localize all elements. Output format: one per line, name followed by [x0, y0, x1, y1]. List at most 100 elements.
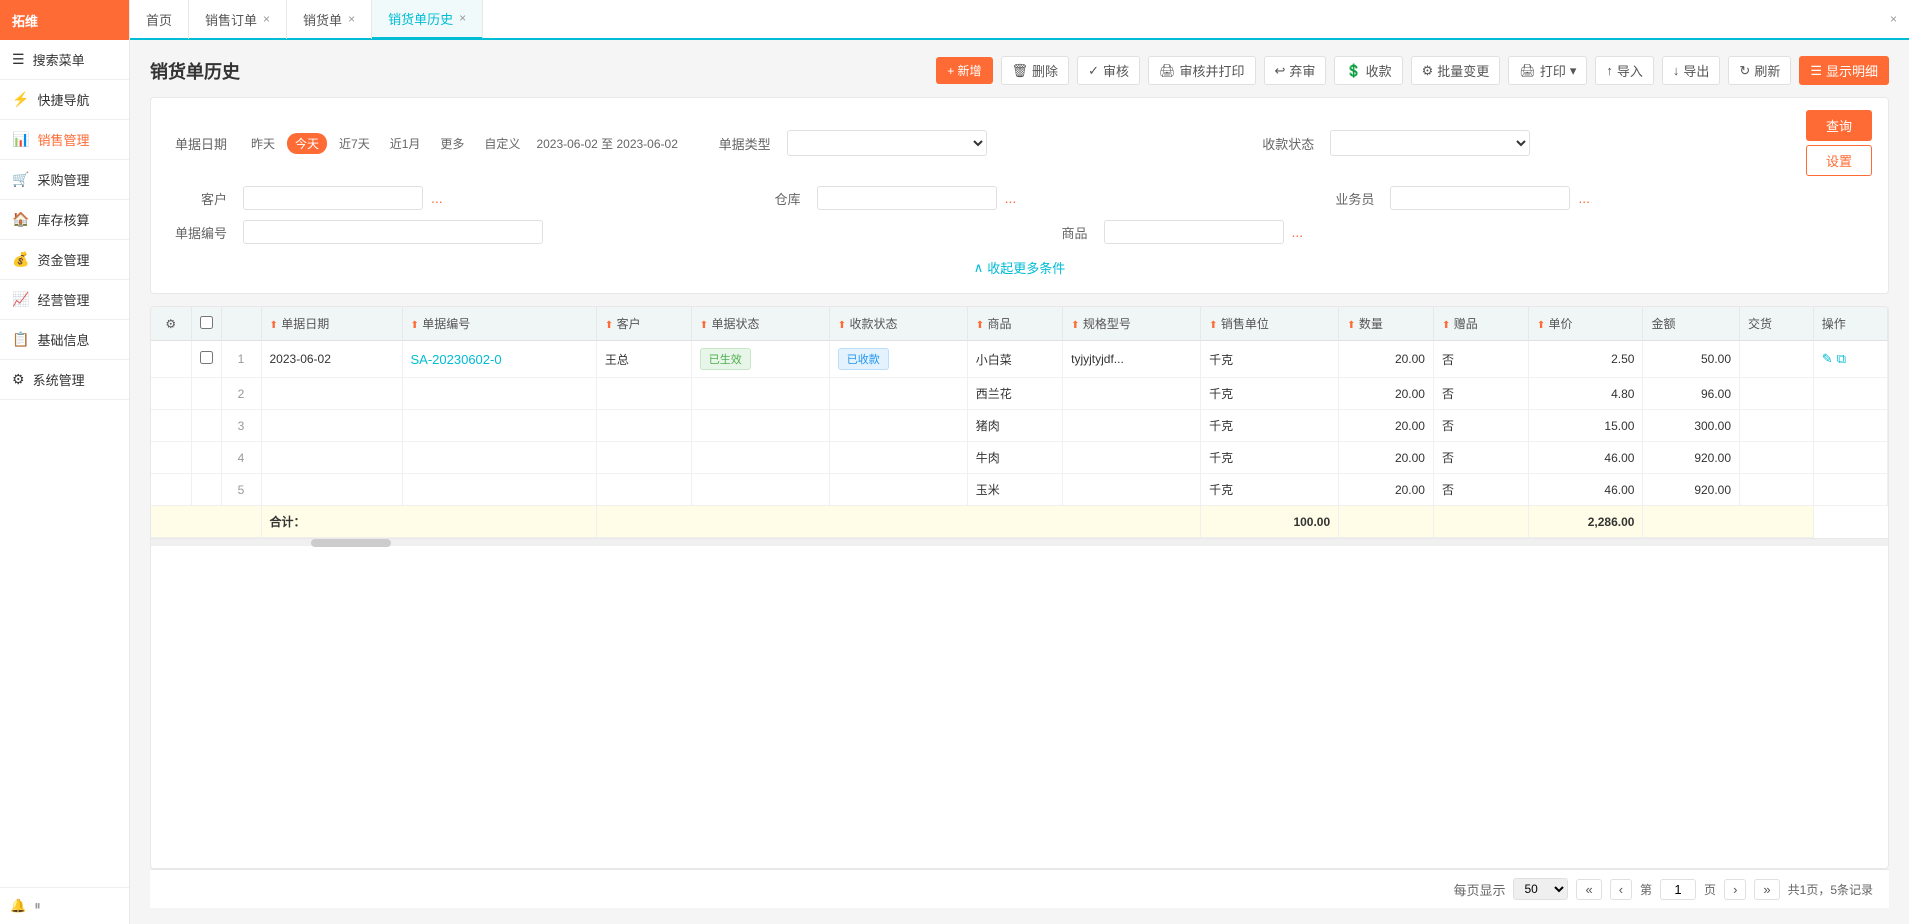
col-settings[interactable]: ⚙: [151, 307, 191, 341]
row-checkbox: [191, 442, 221, 474]
col-unit-price[interactable]: ⬆ 单价: [1528, 307, 1643, 341]
col-doc-status[interactable]: ⬆ 单据状态: [691, 307, 829, 341]
row-quantity: 20.00: [1339, 442, 1434, 474]
tab-sales-history[interactable]: 销货单历史 ×: [372, 0, 483, 39]
row-actions: [1813, 442, 1887, 474]
sidebar-item-finance[interactable]: 💰 资金管理: [0, 240, 129, 280]
col-goods[interactable]: ⬆ 商品: [967, 307, 1062, 341]
export-button[interactable]: ↓ 导出: [1662, 56, 1721, 85]
per-page-select[interactable]: 50 100 200: [1513, 878, 1568, 900]
data-table: ⚙ ⬆ 单据日期 ⬆ 单据编号 ⬆ 客户 ⬆ 单据状态 ⬆ 收款状态 ⬆ 商品 …: [151, 307, 1888, 538]
col-doc-date[interactable]: ⬆ 单据日期: [261, 307, 402, 341]
query-button[interactable]: 查询: [1806, 110, 1872, 141]
col-checkbox: [191, 307, 221, 341]
doc-no-input[interactable]: [243, 220, 543, 244]
col-actions: 操作: [1813, 307, 1887, 341]
new-button[interactable]: + 新增: [936, 57, 992, 84]
system-mgmt-icon: ⚙: [12, 371, 25, 388]
col-collect-status[interactable]: ⬆ 收款状态: [829, 307, 967, 341]
tab-sales-order[interactable]: 销售订单 ×: [189, 0, 287, 39]
sidebar-item-label: 销售管理: [37, 130, 89, 149]
date-pill-more[interactable]: 更多: [432, 133, 472, 154]
customer-input[interactable]: [243, 186, 423, 210]
data-table-container: ⚙ ⬆ 单据日期 ⬆ 单据编号 ⬆ 客户 ⬆ 单据状态 ⬆ 收款状态 ⬆ 商品 …: [150, 306, 1889, 869]
filter-settings-button[interactable]: 设置: [1806, 145, 1872, 176]
salesperson-dots[interactable]: ...: [1578, 190, 1590, 206]
date-pill-1month[interactable]: 近1月: [382, 133, 429, 154]
row-unit: 千克: [1201, 442, 1339, 474]
row-customer: [596, 410, 691, 442]
batch-change-button[interactable]: ⚙ 批量变更: [1411, 56, 1501, 85]
row-amount: 920.00: [1643, 442, 1740, 474]
tab-home[interactable]: 首页: [130, 0, 189, 39]
sidebar-item-sales-mgmt[interactable]: 📊 销售管理: [0, 120, 129, 160]
import-button[interactable]: ↑ 导入: [1595, 56, 1654, 85]
refresh-button[interactable]: ↻ 刷新: [1728, 56, 1791, 85]
page-number-input[interactable]: [1660, 879, 1696, 900]
col-unit[interactable]: ⬆ 销售单位: [1201, 307, 1339, 341]
sidebar-item-quick-nav[interactable]: ⚡ 快捷导航: [0, 80, 129, 120]
tab-sales-goods[interactable]: 销货单 ×: [287, 0, 372, 39]
col-customer[interactable]: ⬆ 客户: [596, 307, 691, 341]
row-unit-price: 46.00: [1528, 442, 1643, 474]
summary-spacer: [596, 506, 1200, 538]
sidebar-item-purchase-mgmt[interactable]: 🛒 采购管理: [0, 160, 129, 200]
collect-button[interactable]: 💲 收款: [1334, 56, 1402, 85]
collect-status-select[interactable]: [1330, 130, 1530, 156]
next-page-button[interactable]: ›: [1724, 879, 1746, 900]
display-detail-button[interactable]: ☰ 显示明细: [1799, 56, 1889, 85]
collapse-filter-button[interactable]: ∧ 收起更多条件: [167, 254, 1872, 281]
tab-sales-goods-close[interactable]: ×: [348, 12, 355, 26]
delete-button[interactable]: 🗑 删除: [1001, 56, 1070, 85]
main-content: 首页 销售订单 × 销货单 × 销货单历史 × × 销货单历史 + 新增 🗑 删…: [130, 0, 1909, 924]
row-unit: 千克: [1201, 341, 1339, 378]
total-info: 共1页，5条记录: [1788, 881, 1873, 898]
warehouse-dots[interactable]: ...: [1005, 190, 1017, 206]
row-doc-date: [261, 378, 402, 410]
col-gift[interactable]: ⬆ 赠品: [1433, 307, 1528, 341]
sidebar-item-basic-info[interactable]: 📋 基础信息: [0, 320, 129, 360]
warehouse-input[interactable]: [817, 186, 997, 210]
sidebar-item-label: 基础信息: [37, 330, 89, 349]
customer-field: ...: [243, 186, 725, 210]
close-all-tabs[interactable]: ×: [1890, 12, 1897, 26]
audit-print-button[interactable]: 🖨 审核并打印: [1148, 56, 1256, 85]
date-pill-yesterday[interactable]: 昨天: [243, 133, 283, 154]
sidebar-item-system-mgmt[interactable]: ⚙ 系统管理: [0, 360, 129, 400]
tab-sales-order-close[interactable]: ×: [263, 12, 270, 26]
col-transaction: 交货: [1740, 307, 1814, 341]
sidebar-item-search-menu[interactable]: ☰ 搜索菜单: [0, 40, 129, 80]
date-pill-today[interactable]: 今天: [287, 133, 327, 154]
salesperson-input[interactable]: [1390, 186, 1570, 210]
sidebar-item-operations[interactable]: 📈 经营管理: [0, 280, 129, 320]
print-button[interactable]: 🖨 打印 ▾: [1508, 56, 1587, 85]
scroll-thumb[interactable]: [311, 539, 391, 547]
pause-icon[interactable]: ⏸: [34, 898, 41, 914]
prev-page-button[interactable]: ‹: [1610, 879, 1632, 900]
date-pill-7days[interactable]: 近7天: [331, 133, 378, 154]
col-doc-no[interactable]: ⬆ 单据编号: [402, 307, 596, 341]
row-actions[interactable]: ✎⧉: [1813, 341, 1887, 378]
summary-total-amount: 2,286.00: [1528, 506, 1643, 538]
abandon-button[interactable]: ↩ 弃审: [1264, 56, 1327, 85]
goods-input[interactable]: [1104, 220, 1284, 244]
last-page-button[interactable]: »: [1754, 879, 1779, 900]
notification-icon[interactable]: 🔔: [10, 898, 26, 914]
col-quantity[interactable]: ⬆ 数量: [1339, 307, 1434, 341]
audit-button[interactable]: ✓ 审核: [1077, 56, 1140, 85]
sidebar-item-inventory[interactable]: 🏠 库存核算: [0, 200, 129, 240]
goods-dots[interactable]: ...: [1292, 224, 1304, 240]
tab-sales-history-close[interactable]: ×: [459, 11, 466, 25]
row-quantity: 20.00: [1339, 378, 1434, 410]
doc-type-select[interactable]: [787, 130, 987, 156]
batch-change-icon: ⚙: [1422, 63, 1434, 79]
row-gift: 否: [1433, 341, 1528, 378]
row-doc-no[interactable]: SA-20230602-0: [402, 341, 596, 378]
row-amount: 50.00: [1643, 341, 1740, 378]
date-pill-custom[interactable]: 自定义: [476, 133, 528, 154]
select-all-checkbox[interactable]: [200, 316, 213, 329]
col-spec[interactable]: ⬆ 规格型号: [1063, 307, 1201, 341]
customer-dots[interactable]: ...: [431, 190, 443, 206]
horizontal-scrollbar[interactable]: [151, 538, 1888, 546]
first-page-button[interactable]: «: [1576, 879, 1601, 900]
